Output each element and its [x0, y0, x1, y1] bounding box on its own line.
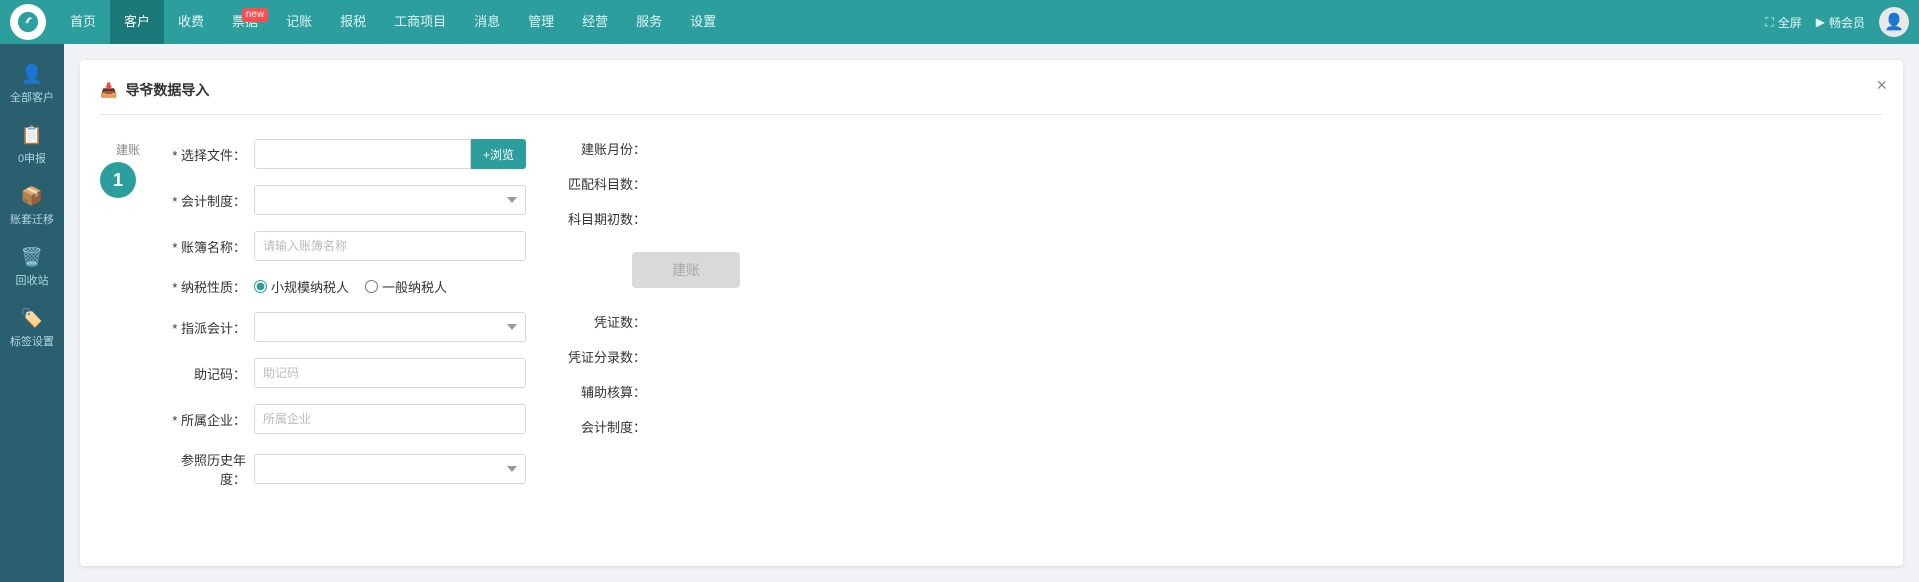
- tax-row: * 纳税性质： 小规模纳税人 一般纳税人: [166, 277, 526, 296]
- file-input-wrap: +浏览: [254, 139, 526, 169]
- nav-settings[interactable]: 设置: [676, 0, 730, 44]
- right-accounting-row: 会计制度：: [556, 417, 816, 436]
- main-layout: 👤 全部客户 📋 0申报 📦 账套迁移 🗑️ 回收站 🏷️ 标签设置 📥 导爷数…: [0, 44, 1919, 582]
- nav-operations[interactable]: 经营: [568, 0, 622, 44]
- nav-clients[interactable]: 客户: [110, 0, 164, 44]
- tag-icon: 🏷️: [21, 308, 43, 329]
- migration-icon: 📦: [21, 186, 43, 207]
- sidebar-item-zero-filing[interactable]: 📋 0申报: [0, 115, 64, 176]
- accountant-label: * 指派会计：: [166, 318, 246, 337]
- accounting-label: * 会计制度：: [166, 191, 246, 210]
- small-taxpayer-option[interactable]: 小规模纳税人: [254, 277, 349, 296]
- sidebar-item-recycle[interactable]: 🗑️ 回收站: [0, 237, 64, 298]
- sidebar-item-all-clients[interactable]: 👤 全部客户: [0, 54, 64, 115]
- accountant-row: * 指派会计：: [166, 312, 526, 342]
- top-navigation: 首页 客户 收费 票据 new 记账 报税 工商项目 消息 管理 经营 服务 设…: [0, 0, 1919, 44]
- file-label: * 选择文件：: [166, 145, 246, 164]
- nav-home[interactable]: 首页: [56, 0, 110, 44]
- sidebar-item-account-migration[interactable]: 📦 账套迁移: [0, 176, 64, 237]
- memo-row: 助记码：: [166, 358, 526, 388]
- nav-right: ⛶ 全屏 ▶ 畅会员 👤: [1765, 7, 1909, 37]
- close-button[interactable]: ×: [1876, 76, 1887, 94]
- voucher-row: 凭证数：: [556, 312, 816, 331]
- sidebar: 👤 全部客户 📋 0申报 📦 账套迁移 🗑️ 回收站 🏷️ 标签设置: [0, 44, 64, 582]
- member-button[interactable]: ▶ 畅会员: [1816, 14, 1865, 31]
- user-avatar[interactable]: 👤: [1879, 7, 1909, 37]
- browse-button[interactable]: +浏览: [471, 139, 526, 169]
- content-area: 📥 导爷数据导入 × 建账 1: [64, 44, 1919, 582]
- period-row: 科目期初数：: [556, 209, 816, 228]
- nav-tax[interactable]: 报税: [326, 0, 380, 44]
- file-input[interactable]: [254, 139, 471, 169]
- month-label: 建账月份：: [556, 139, 646, 158]
- step-label: 建账: [116, 141, 140, 158]
- filing-icon: 📋: [21, 125, 43, 146]
- company-input[interactable]: [254, 404, 526, 434]
- ledger-label: * 账簿名称：: [166, 237, 246, 256]
- voucher-entry-label: 凭证分录数：: [556, 347, 646, 366]
- accounting-row: * 会计制度：: [166, 185, 526, 215]
- file-row: * 选择文件： +浏览: [166, 139, 526, 169]
- new-badge: new: [242, 8, 268, 22]
- general-taxpayer-option[interactable]: 一般纳税人: [365, 277, 447, 296]
- history-label: 参照历史年度：: [166, 450, 246, 488]
- tax-radio-group: 小规模纳税人 一般纳税人: [254, 277, 447, 296]
- aux-label: 辅助核算：: [556, 382, 646, 401]
- voucher-entry-row: 凭证分录数：: [556, 347, 816, 366]
- panel-header: 📥 导爷数据导入: [100, 80, 1883, 115]
- nav-services[interactable]: 服务: [622, 0, 676, 44]
- history-select[interactable]: [254, 454, 526, 484]
- nav-fees[interactable]: 收费: [164, 0, 218, 44]
- form-container: 建账 1 * 选择文件： +浏览: [100, 139, 1883, 488]
- form-right: 建账月份： 匹配科目数： 科目期初数： 建账: [556, 139, 816, 488]
- right-accounting-label: 会计制度：: [556, 417, 646, 436]
- accountant-select[interactable]: [254, 312, 526, 342]
- small-taxpayer-radio[interactable]: [254, 280, 267, 293]
- avatar-icon: 👤: [1884, 12, 1904, 32]
- general-taxpayer-radio[interactable]: [365, 280, 378, 293]
- nav-bookkeeping[interactable]: 记账: [272, 0, 326, 44]
- build-account-button[interactable]: 建账: [632, 252, 740, 288]
- form-fields: * 选择文件： +浏览 * 会计制度：: [166, 139, 526, 488]
- nav-messages[interactable]: 消息: [460, 0, 514, 44]
- nav-management[interactable]: 管理: [514, 0, 568, 44]
- panel-title: 导爷数据导入: [125, 80, 209, 100]
- trash-icon: 🗑️: [21, 247, 43, 268]
- import-icon: 📥: [100, 82, 117, 99]
- nav-business[interactable]: 工商项目: [380, 0, 460, 44]
- step-circle: 1: [100, 162, 136, 198]
- app-logo[interactable]: [10, 4, 46, 40]
- form-left: 建账 1 * 选择文件： +浏览: [100, 139, 526, 488]
- accounting-select[interactable]: [254, 185, 526, 215]
- tax-label: * 纳税性质：: [166, 277, 246, 296]
- nav-invoices[interactable]: 票据 new: [218, 0, 272, 44]
- company-label: * 所属企业：: [166, 410, 246, 429]
- people-icon: 👤: [21, 64, 43, 85]
- company-row: * 所属企业：: [166, 404, 526, 434]
- memo-input[interactable]: [254, 358, 526, 388]
- match-label: 匹配科目数：: [556, 174, 646, 193]
- memo-label: 助记码：: [166, 364, 246, 383]
- history-row: 参照历史年度：: [166, 450, 526, 488]
- month-row: 建账月份：: [556, 139, 816, 158]
- ledger-input[interactable]: [254, 231, 526, 261]
- build-btn-area: 建账: [556, 252, 816, 288]
- match-row: 匹配科目数：: [556, 174, 816, 193]
- sidebar-item-tags[interactable]: 🏷️ 标签设置: [0, 298, 64, 359]
- fullscreen-icon: ⛶: [1765, 15, 1773, 30]
- ledger-row: * 账簿名称：: [166, 231, 526, 261]
- aux-row: 辅助核算：: [556, 382, 816, 401]
- import-panel: 📥 导爷数据导入 × 建账 1: [80, 60, 1903, 566]
- voucher-label: 凭证数：: [556, 312, 646, 331]
- play-icon: ▶: [1816, 15, 1825, 29]
- period-label: 科目期初数：: [556, 209, 646, 228]
- fullscreen-button[interactable]: ⛶ 全屏: [1765, 14, 1801, 31]
- nav-items: 首页 客户 收费 票据 new 记账 报税 工商项目 消息 管理 经营 服务 设…: [56, 0, 1765, 44]
